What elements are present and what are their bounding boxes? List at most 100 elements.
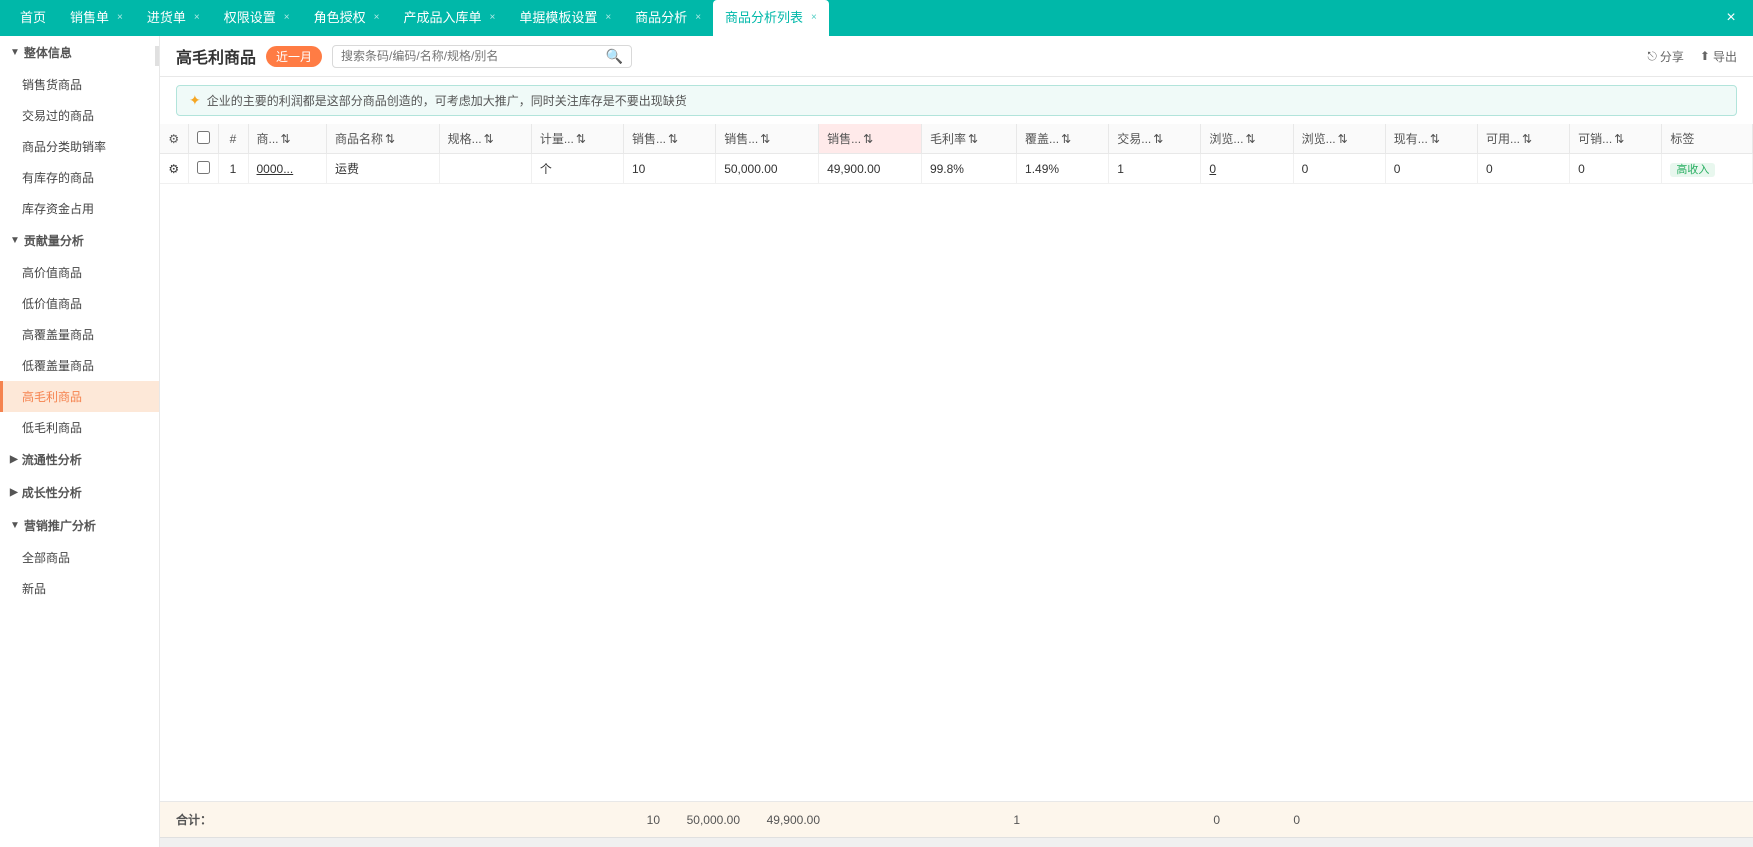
arrow-down-icon: ▼: [10, 47, 20, 58]
nav-close-purchase[interactable]: ×: [194, 0, 200, 36]
nav-template-settings[interactable]: 单据模板设置 ×: [507, 0, 623, 36]
sidebar-item-low-margin[interactable]: 低毛利商品: [0, 412, 159, 443]
row-gear[interactable]: ⚙: [160, 154, 188, 184]
content-header: 高毛利商品 近一月 🔍 ⎋ 分享 ⬆ 导出: [160, 36, 1753, 77]
col-header-sales-cost[interactable]: 销售...⇅: [819, 124, 922, 154]
total-label: 合计：: [176, 811, 212, 828]
col-header-current-stock[interactable]: 现有...⇅: [1385, 124, 1477, 154]
row-index: 1: [218, 154, 248, 184]
col-header-gear[interactable]: ⚙: [160, 124, 188, 154]
sidebar-item-traded-goods[interactable]: 交易过的商品: [0, 100, 159, 131]
table-row: ⚙ 1 0000... 运费 个 10 50,000.00 49,900.00 …: [160, 154, 1753, 184]
footer-sales-qty: 10: [588, 813, 668, 827]
sidebar-item-all-goods[interactable]: 全部商品: [0, 542, 159, 573]
row-trade: 1: [1109, 154, 1201, 184]
nav-close-analysis-list[interactable]: ×: [811, 0, 817, 36]
sidebar-item-new-products[interactable]: 新品: [0, 573, 159, 604]
footer-trade: 1: [948, 813, 1028, 827]
row-coverage: 1.49%: [1017, 154, 1109, 184]
footer-available-stock: 0: [1228, 813, 1308, 827]
sidebar: « ▼ 整体信息 销售货商品 交易过的商品 商品分类助销率 有库存的商品 库存资…: [0, 36, 160, 847]
col-header-name[interactable]: 商品名称⇅: [326, 124, 439, 154]
row-spec: [439, 154, 531, 184]
nav-close-permissions[interactable]: ×: [284, 0, 290, 36]
sidebar-item-low-value[interactable]: 低价值商品: [0, 288, 159, 319]
footer-current-stock: 0: [1148, 813, 1228, 827]
col-header-coverage[interactable]: 覆盖...⇅: [1017, 124, 1109, 154]
sidebar-group-marketing[interactable]: ▼ 营销推广分析: [0, 509, 159, 542]
content-area: 高毛利商品 近一月 🔍 ⎋ 分享 ⬆ 导出 ✦ 企业的主要的利润都是这部分商品创…: [160, 36, 1753, 847]
select-all-checkbox[interactable]: [197, 131, 210, 144]
row-sellable: 0: [1570, 154, 1662, 184]
filter-recent-month-button[interactable]: 近一月: [266, 46, 322, 67]
nav-sales-order[interactable]: 销售单 ×: [58, 0, 135, 36]
nav-close-product-entry[interactable]: ×: [489, 0, 495, 36]
col-header-trade[interactable]: 交易...⇅: [1109, 124, 1201, 154]
nav-product-analysis-list[interactable]: 商品分析列表 ×: [713, 0, 829, 36]
nav-roles[interactable]: 角色授权 ×: [302, 0, 392, 36]
arrow-down-icon-2: ▼: [10, 235, 20, 246]
sidebar-item-low-coverage[interactable]: 低覆盖量商品: [0, 350, 159, 381]
col-header-available-stock[interactable]: 可用...⇅: [1477, 124, 1569, 154]
row-current-stock: 0: [1385, 154, 1477, 184]
footer-sales-cost: 49,900.00: [748, 813, 828, 827]
row-browse1[interactable]: 0: [1201, 154, 1293, 184]
nav-close-sales[interactable]: ×: [117, 0, 123, 36]
share-button[interactable]: ⎋ 分享: [1647, 48, 1684, 65]
sidebar-item-high-margin[interactable]: 高毛利商品: [0, 381, 159, 412]
search-box: 🔍: [332, 45, 632, 68]
col-header-browse2[interactable]: 浏览...⇅: [1293, 124, 1385, 154]
nav-home[interactable]: 首页: [8, 0, 58, 36]
nav-close-template[interactable]: ×: [605, 0, 611, 36]
col-header-unit[interactable]: 计量...⇅: [531, 124, 623, 154]
window-close-button[interactable]: ×: [1717, 0, 1745, 36]
sidebar-group-liquidity[interactable]: ▶ 流通性分析: [0, 443, 159, 476]
sidebar-item-high-value[interactable]: 高价值商品: [0, 257, 159, 288]
top-nav: 首页 销售单 × 进货单 × 权限设置 × 角色授权 × 产成品入库单 × 单据…: [0, 0, 1753, 36]
sidebar-group-contribution[interactable]: ▼ 贡献量分析: [0, 224, 159, 257]
row-sales-qty: 10: [624, 154, 716, 184]
row-sales-amount: 50,000.00: [716, 154, 819, 184]
sidebar-group-growth[interactable]: ▶ 成长性分析: [0, 476, 159, 509]
main-layout: « ▼ 整体信息 销售货商品 交易过的商品 商品分类助销率 有库存的商品 库存资…: [0, 36, 1753, 847]
search-icon[interactable]: 🔍: [606, 48, 623, 65]
col-header-check[interactable]: [188, 124, 218, 154]
nav-permissions[interactable]: 权限设置 ×: [212, 0, 302, 36]
col-header-sales-qty[interactable]: 销售...⇅: [624, 124, 716, 154]
arrow-right-icon: ▶: [10, 454, 18, 465]
col-header-sales-amount[interactable]: 销售...⇅: [716, 124, 819, 154]
sidebar-group-overall-info[interactable]: ▼ 整体信息: [0, 36, 159, 69]
sidebar-collapse-button[interactable]: «: [155, 46, 160, 66]
nav-product-entry[interactable]: 产成品入库单 ×: [391, 0, 507, 36]
col-header-browse1[interactable]: 浏览...⇅: [1201, 124, 1293, 154]
row-tag: 高收入: [1662, 154, 1753, 184]
nav-close-analysis[interactable]: ×: [695, 0, 701, 36]
page-title: 高毛利商品: [176, 44, 256, 68]
col-header-spec[interactable]: 规格...⇅: [439, 124, 531, 154]
nav-close-roles[interactable]: ×: [374, 0, 380, 36]
sidebar-item-sales-goods[interactable]: 销售货商品: [0, 69, 159, 100]
row-code[interactable]: 0000...: [248, 154, 326, 184]
header-actions: ⎋ 分享 ⬆ 导出: [1647, 48, 1737, 65]
row-unit: 个: [531, 154, 623, 184]
row-browse2: 0: [1293, 154, 1385, 184]
sidebar-item-category-rate[interactable]: 商品分类助销率: [0, 131, 159, 162]
arrow-right-icon-2: ▶: [10, 487, 18, 498]
nav-product-analysis[interactable]: 商品分析 ×: [623, 0, 713, 36]
sidebar-item-high-coverage[interactable]: 高覆盖量商品: [0, 319, 159, 350]
table-wrapper[interactable]: ⚙ # 商...⇅ 商品名称⇅ 规格...⇅ 计量...: [160, 124, 1753, 801]
col-header-sellable[interactable]: 可销...⇅: [1570, 124, 1662, 154]
sidebar-item-in-stock[interactable]: 有库存的商品: [0, 162, 159, 193]
footer-sales-amount: 50,000.00: [668, 813, 748, 827]
search-input[interactable]: [341, 49, 606, 63]
col-header-gross-margin[interactable]: 毛利率⇅: [921, 124, 1016, 154]
horizontal-scrollbar[interactable]: [160, 837, 1753, 847]
col-header-code[interactable]: 商...⇅: [248, 124, 326, 154]
row-checkbox[interactable]: [188, 154, 218, 184]
export-button[interactable]: ⬆ 导出: [1700, 48, 1737, 65]
col-header-index: #: [218, 124, 248, 154]
nav-purchase-order[interactable]: 进货单 ×: [135, 0, 212, 36]
data-table: ⚙ # 商...⇅ 商品名称⇅ 规格...⇅ 计量...: [160, 124, 1753, 184]
row-sales-cost: 49,900.00: [819, 154, 922, 184]
sidebar-item-stock-funds[interactable]: 库存资金占用: [0, 193, 159, 224]
